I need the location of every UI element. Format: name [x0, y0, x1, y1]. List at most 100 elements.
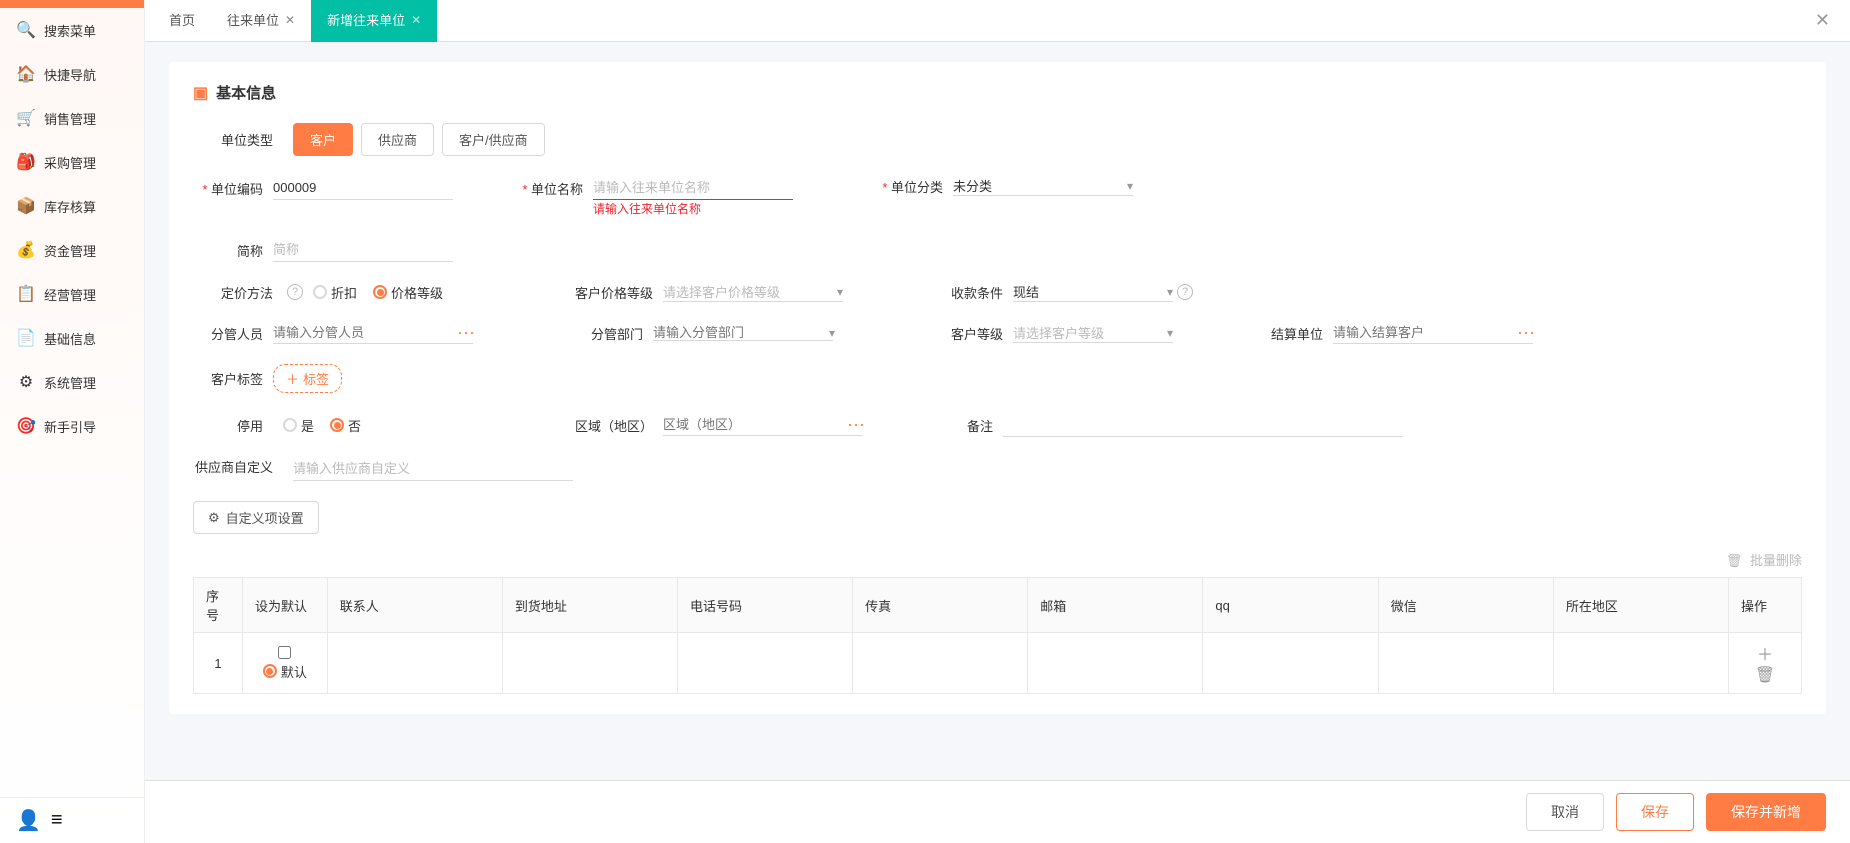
custom-settings-button[interactable]: ⚙ 自定义项设置: [193, 501, 319, 534]
pricing-discount-radio[interactable]: 折扣: [313, 283, 357, 302]
sidebar-item-system[interactable]: ⚙ 系统管理: [0, 360, 144, 404]
dept-chevron: ▾: [829, 326, 835, 340]
unit-type-label: 单位类型: [193, 130, 273, 149]
short-name-input[interactable]: [273, 238, 453, 262]
col-default: 设为默认: [242, 578, 327, 633]
type-btn-supplier[interactable]: 供应商: [361, 123, 434, 156]
batch-delete-label[interactable]: 批量删除: [1750, 553, 1802, 568]
disable-no-radio[interactable]: 否: [330, 416, 361, 435]
unit-type-row: 单位类型 客户 供应商 客户/供应商: [193, 123, 1802, 156]
address-input[interactable]: [515, 656, 665, 671]
wechat-input[interactable]: [1391, 656, 1541, 671]
sidebar-item-inventory[interactable]: 📦 库存核算: [0, 184, 144, 228]
row-checkbox[interactable]: [278, 646, 291, 659]
bars-icon[interactable]: ≡: [51, 809, 63, 832]
payment-terms-select[interactable]: 现结 ▾: [1013, 282, 1173, 302]
cell-qq[interactable]: [1203, 633, 1378, 694]
phone-input[interactable]: [690, 656, 840, 671]
discount-label: 折扣: [331, 283, 357, 302]
pricing-radio-group: 折扣 价格等级: [313, 283, 443, 302]
customer-price-label: 客户价格等级: [573, 283, 653, 302]
remark-input[interactable]: [1003, 413, 1403, 437]
cell-address[interactable]: [502, 633, 677, 694]
tab-home[interactable]: 首页: [153, 0, 211, 42]
sidebar-label-basic: 基础信息: [44, 329, 96, 348]
col-address: 到货地址: [502, 578, 677, 633]
region-table-input[interactable]: [1566, 656, 1716, 671]
customer-tag-row: 客户标签 ＋ 标签: [193, 364, 1802, 393]
supplier-custom-input[interactable]: [293, 457, 573, 481]
sidebar-item-finance[interactable]: 💰 资金管理: [0, 228, 144, 272]
section-title: 基本信息: [216, 82, 276, 103]
unit-code-input[interactable]: 000009: [273, 176, 453, 200]
customer-level-placeholder: 请选择客户等级: [1013, 323, 1167, 342]
payment-terms-label: 收款条件: [933, 283, 1003, 302]
default-radio[interactable]: 默认: [263, 662, 307, 681]
payment-help-icon[interactable]: ?: [1177, 284, 1193, 300]
unit-category-select[interactable]: 未分类 ▾: [953, 176, 1133, 196]
tab-partners-close[interactable]: ✕: [285, 13, 295, 27]
customer-price-select[interactable]: 请选择客户价格等级 ▾: [663, 282, 843, 302]
region-input[interactable]: [663, 417, 839, 432]
remark-group: 备注: [953, 413, 1802, 437]
customer-level-select[interactable]: 请选择客户等级 ▾: [1013, 323, 1173, 343]
sidebar-item-sales[interactable]: 🛒 销售管理: [0, 96, 144, 140]
settlement-ellipsis-btn[interactable]: ···: [1513, 322, 1539, 343]
content-area: ▣ 基本信息 单位类型 客户 供应商 客户/供应商 单位编码 00: [145, 42, 1850, 780]
cell-region[interactable]: [1553, 633, 1728, 694]
add-row-button[interactable]: ＋: [1754, 641, 1776, 665]
window-close-button[interactable]: ✕: [1803, 10, 1842, 31]
pricing-level-radio[interactable]: 价格等级: [373, 283, 443, 302]
disable-no-dot: [334, 422, 341, 429]
fax-input[interactable]: [865, 656, 1015, 671]
add-tag-button[interactable]: ＋ 标签: [273, 364, 342, 393]
sidebar-item-newbie[interactable]: 🎯 新手引导: [0, 404, 144, 448]
table-row: 1 默认: [194, 633, 1802, 694]
sidebar-item-search[interactable]: 🔍 搜索菜单: [0, 8, 144, 52]
cell-fax[interactable]: [853, 633, 1028, 694]
region-input-wrapper: ···: [663, 414, 863, 436]
batch-delete-area: 🗑 批量删除: [193, 550, 1802, 569]
cell-email[interactable]: [1028, 633, 1203, 694]
sidebar-item-basic[interactable]: 📄 基础信息: [0, 316, 144, 360]
qq-input[interactable]: [1215, 656, 1365, 671]
type-btn-both[interactable]: 客户/供应商: [442, 123, 545, 156]
settlement-group: 结算单位 ···: [1253, 322, 1802, 344]
col-phone: 电话号码: [677, 578, 852, 633]
settlement-input[interactable]: [1333, 325, 1509, 340]
contact-input[interactable]: [340, 656, 490, 671]
pricing-help-icon[interactable]: ?: [287, 284, 303, 300]
customer-price-placeholder: 请选择客户价格等级: [663, 282, 837, 301]
sidebar: 🔍 搜索菜单 🏠 快捷导航 🛒 销售管理 🎒 采购管理 📦 库存核算 💰 资金管…: [0, 0, 145, 843]
region-group: 区域（地区） ···: [573, 414, 913, 436]
tab-new-partner[interactable]: 新增往来单位 ✕: [311, 0, 437, 42]
sidebar-label-operations: 经营管理: [44, 285, 96, 304]
dept-input[interactable]: [653, 325, 829, 340]
disable-no-label: 否: [348, 416, 361, 435]
manager-ellipsis-btn[interactable]: ···: [453, 322, 479, 343]
cell-phone[interactable]: [677, 633, 852, 694]
pricing-method-group: 定价方法 ? 折扣 价格等级: [193, 283, 533, 302]
type-btn-customer[interactable]: 客户: [293, 123, 353, 156]
disable-yes-radio[interactable]: 是: [283, 416, 314, 435]
cell-action: ＋ 🗑: [1729, 633, 1802, 694]
tab-partners[interactable]: 往来单位 ✕: [211, 0, 311, 42]
sidebar-item-quicknav[interactable]: 🏠 快捷导航: [0, 52, 144, 96]
cell-wechat[interactable]: [1378, 633, 1553, 694]
region-ellipsis-btn[interactable]: ···: [843, 414, 869, 435]
user-icon[interactable]: 👤: [16, 808, 41, 833]
email-input[interactable]: [1040, 656, 1190, 671]
gear-icon: ⚙: [208, 510, 220, 526]
delete-row-button[interactable]: 🗑: [1752, 665, 1778, 685]
unit-name-input[interactable]: [593, 176, 793, 200]
tab-new-partner-close[interactable]: ✕: [411, 13, 421, 27]
sidebar-item-purchase[interactable]: 🎒 采购管理: [0, 140, 144, 184]
cell-contact[interactable]: [327, 633, 502, 694]
sidebar-item-operations[interactable]: 📋 经营管理: [0, 272, 144, 316]
cancel-button[interactable]: 取消: [1526, 793, 1604, 831]
save-button[interactable]: 保存: [1616, 793, 1694, 831]
manager-input[interactable]: [273, 325, 449, 340]
search-icon: 🔍: [16, 20, 36, 40]
save-new-button[interactable]: 保存并新增: [1706, 793, 1826, 831]
col-region: 所在地区: [1553, 578, 1728, 633]
